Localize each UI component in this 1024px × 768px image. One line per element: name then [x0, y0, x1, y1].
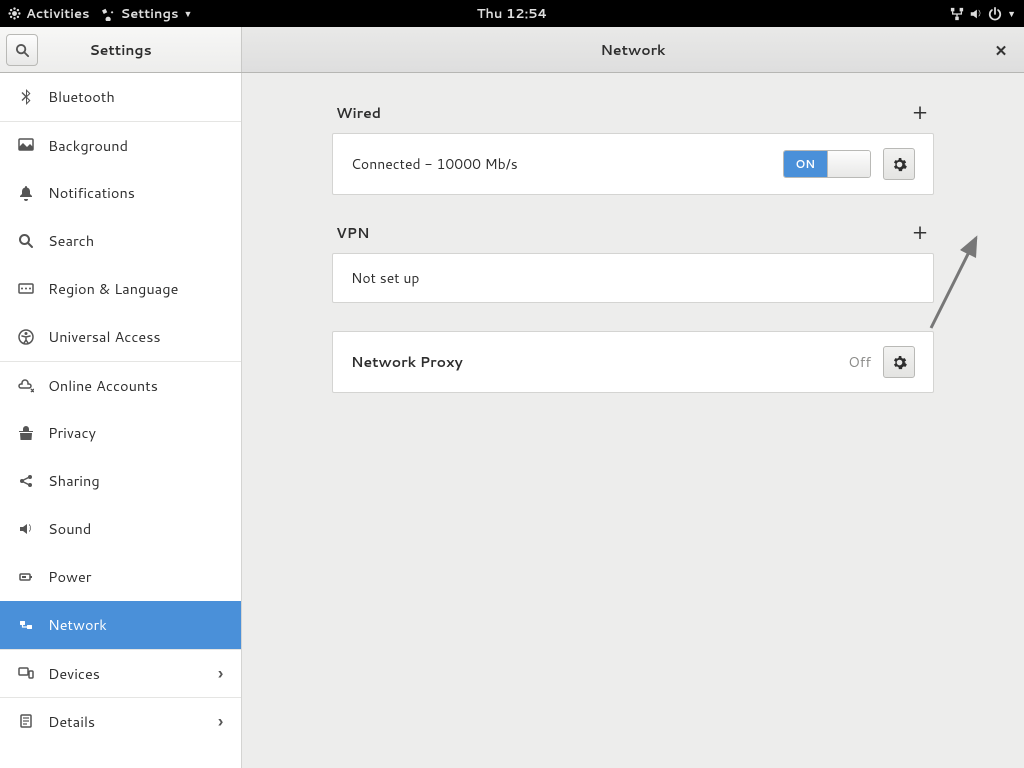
sidebar-item-label: Details	[48, 711, 204, 732]
online-accounts-icon	[18, 377, 34, 393]
sidebar-item-privacy[interactable]: Privacy	[0, 409, 241, 457]
sidebar-item-label: Devices	[48, 663, 204, 684]
wired-settings-button[interactable]	[883, 148, 915, 180]
sidebar-item-bluetooth[interactable]: Bluetooth	[0, 73, 241, 121]
sidebar-item-region[interactable]: Region & Language	[0, 265, 241, 313]
chevron-down-icon: ▼	[1007, 7, 1016, 20]
bluetooth-icon	[18, 89, 34, 105]
chevron-right-icon: ›	[218, 662, 223, 685]
content-header: Network ✕	[242, 27, 1024, 72]
sidebar-item-details[interactable]: Details ›	[0, 697, 241, 745]
system-status-area[interactable]: ▼	[950, 7, 1016, 21]
proxy-section: Network Proxy Off	[332, 331, 934, 393]
network-content: Wired + Connected - 10000 Mb/s ON VPN +	[242, 73, 1024, 768]
sidebar-title: Settings	[89, 40, 151, 60]
details-icon	[18, 713, 34, 729]
region-icon	[18, 281, 34, 297]
wired-toggle[interactable]: ON	[783, 150, 871, 178]
wired-title: Wired	[336, 103, 910, 123]
network-status-icon	[950, 7, 964, 21]
search-icon	[15, 43, 30, 58]
sidebar-item-label: Sharing	[48, 470, 223, 491]
appmenu-label: Settings	[121, 5, 179, 23]
power-icon	[988, 7, 1002, 21]
vpn-title: VPN	[336, 223, 910, 243]
proxy-card: Network Proxy Off	[332, 331, 934, 393]
sidebar-item-label: Online Accounts	[48, 375, 223, 396]
network-icon	[18, 617, 34, 633]
sidebar-item-label: Search	[48, 230, 223, 251]
sidebar-item-label: Background	[48, 135, 223, 156]
sidebar-header: Settings	[0, 27, 242, 72]
toggle-on-label: ON	[784, 151, 827, 177]
sidebar-item-universal-access[interactable]: Universal Access	[0, 313, 241, 361]
wired-status-label: Connected - 10000 Mb/s	[351, 154, 783, 174]
proxy-status-label: Off	[848, 352, 871, 372]
vpn-status-label: Not set up	[351, 268, 915, 288]
chevron-right-icon: ›	[218, 710, 223, 733]
proxy-title: Network Proxy	[351, 352, 848, 372]
gear-icon	[892, 157, 907, 172]
sidebar-item-sharing[interactable]: Sharing	[0, 457, 241, 505]
vpn-add-button[interactable]: +	[910, 226, 930, 240]
search-icon	[18, 233, 34, 249]
sidebar-item-label: Power	[48, 566, 223, 587]
chevron-down-icon: ▼	[183, 7, 192, 20]
sidebar-item-online-accounts[interactable]: Online Accounts	[0, 361, 241, 409]
close-button[interactable]: ✕	[988, 37, 1014, 63]
sidebar-item-label: Region & Language	[48, 278, 223, 299]
sidebar-item-label: Notifications	[48, 182, 223, 203]
app-body: Bluetooth Background Notifications Searc…	[0, 73, 1024, 768]
activities-label: Activities	[26, 5, 90, 23]
activities-button[interactable]: Activities	[8, 5, 90, 23]
toggle-handle	[827, 151, 871, 177]
bell-icon	[18, 185, 34, 201]
sidebar-item-background[interactable]: Background	[0, 121, 241, 169]
vpn-section: VPN + Not set up	[332, 223, 934, 303]
settings-sidebar: Bluetooth Background Notifications Searc…	[0, 73, 242, 768]
sidebar-item-label: Sound	[48, 518, 223, 539]
devices-icon	[18, 665, 34, 681]
volume-icon	[969, 7, 983, 21]
vpn-card: Not set up	[332, 253, 934, 303]
appmenu-button[interactable]: Settings ▼	[102, 5, 193, 23]
sidebar-item-label: Universal Access	[48, 326, 223, 347]
settings-app-icon	[102, 7, 116, 21]
window-headerbar: Settings Network ✕	[0, 27, 1024, 73]
background-icon	[18, 137, 34, 153]
sidebar-item-power[interactable]: Power	[0, 553, 241, 601]
sidebar-item-label: Bluetooth	[48, 86, 223, 107]
gear-icon	[892, 355, 907, 370]
sidebar-item-label: Privacy	[48, 422, 223, 443]
sound-icon	[18, 521, 34, 537]
power-icon	[18, 569, 34, 585]
sidebar-item-label: Network	[48, 614, 223, 635]
privacy-icon	[18, 425, 34, 441]
close-icon: ✕	[995, 40, 1008, 61]
sidebar-item-search[interactable]: Search	[0, 217, 241, 265]
wired-section: Wired + Connected - 10000 Mb/s ON	[332, 103, 934, 195]
proxy-settings-button[interactable]	[883, 346, 915, 378]
content-title: Network	[600, 40, 665, 60]
sharing-icon	[18, 473, 34, 489]
sidebar-item-devices[interactable]: Devices ›	[0, 649, 241, 697]
search-button[interactable]	[6, 34, 38, 66]
clock-button[interactable]: Thu 12:54	[477, 5, 548, 23]
accessibility-icon	[18, 329, 34, 345]
sidebar-item-notifications[interactable]: Notifications	[0, 169, 241, 217]
sidebar-item-sound[interactable]: Sound	[0, 505, 241, 553]
sidebar-item-network[interactable]: Network	[0, 601, 241, 649]
wired-add-button[interactable]: +	[910, 106, 930, 120]
activities-icon	[8, 7, 21, 20]
clock-label: Thu 12:54	[477, 5, 548, 23]
wired-connection-card: Connected - 10000 Mb/s ON	[332, 133, 934, 195]
gnome-top-bar: Activities Settings ▼ Thu 12:54 ▼	[0, 0, 1024, 27]
